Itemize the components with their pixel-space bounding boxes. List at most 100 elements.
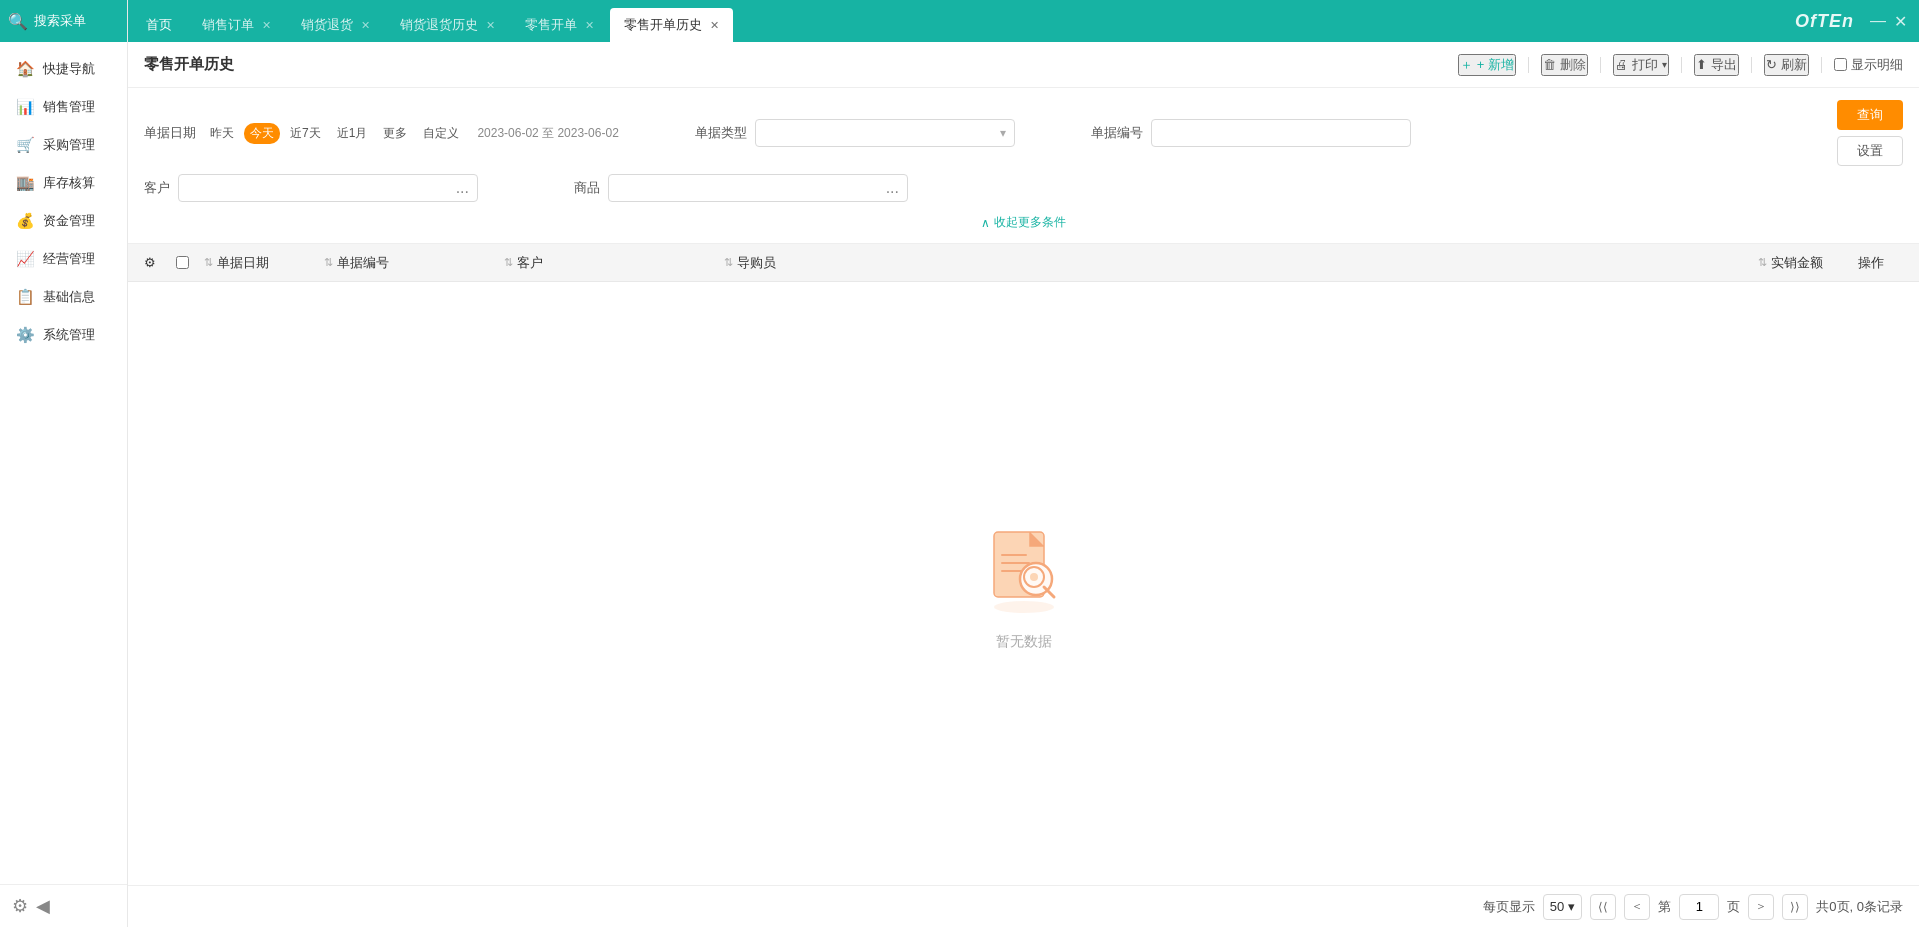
- refresh-button[interactable]: ↻ 刷新: [1764, 54, 1809, 76]
- filter-settings-button[interactable]: 设置: [1837, 136, 1903, 166]
- tab-retail-open[interactable]: 零售开单 ✕: [511, 8, 608, 42]
- sidebar-item-quick-nav[interactable]: 🏠 快捷导航: [0, 50, 127, 88]
- goods-input[interactable]: [617, 181, 886, 196]
- tab-sales-order[interactable]: 销售订单 ✕: [188, 8, 285, 42]
- sales-icon: 📊: [16, 98, 35, 116]
- divider-2: [1600, 57, 1601, 73]
- sidebar-item-label: 库存核算: [43, 174, 95, 192]
- customer-input-wrapper: ...: [178, 174, 478, 202]
- add-button[interactable]: ＋ + 新增: [1458, 54, 1516, 76]
- prev-page-btn[interactable]: ＜: [1624, 894, 1650, 920]
- date-filter-btns: 昨天 今天 近7天 近1月 更多 自定义: [204, 123, 465, 144]
- sidebar-item-label: 采购管理: [43, 136, 95, 154]
- next-page-btn[interactable]: ＞: [1748, 894, 1774, 920]
- collapse-sidebar-btn[interactable]: ◀: [36, 895, 50, 917]
- close-btn[interactable]: ✕: [1894, 12, 1907, 31]
- sort-num-icon: ⇅: [324, 256, 333, 269]
- page-input[interactable]: [1679, 894, 1719, 920]
- empty-state: 暂无数据: [128, 282, 1919, 885]
- date-filter-label: 单据日期: [144, 124, 196, 142]
- delete-label: 删除: [1560, 56, 1586, 74]
- date-filter-field: 单据日期 昨天 今天 近7天 近1月 更多 自定义 2023-06-02 至 2…: [144, 123, 619, 144]
- per-page-select[interactable]: 50 ▾: [1543, 894, 1582, 920]
- tab-sales-return-label: 销货退货: [301, 16, 353, 34]
- customer-input[interactable]: [187, 181, 456, 196]
- sidebar-item-inventory[interactable]: 🏬 库存核算: [0, 164, 127, 202]
- close-sales-order-icon[interactable]: ✕: [262, 19, 271, 32]
- sidebar-item-operation[interactable]: 📈 经营管理: [0, 240, 127, 278]
- close-retail-open-history-icon[interactable]: ✕: [710, 19, 719, 32]
- date-btn-yesterday[interactable]: 昨天: [204, 123, 240, 144]
- date-btn-custom[interactable]: 自定义: [417, 123, 465, 144]
- export-button[interactable]: ⬆ 导出: [1694, 54, 1739, 76]
- num-input[interactable]: [1160, 126, 1402, 141]
- show-detail-checkbox-label[interactable]: 显示明细: [1834, 56, 1903, 74]
- tab-retail-open-label: 零售开单: [525, 16, 577, 34]
- th-date[interactable]: ⇅ 单据日期: [196, 254, 316, 272]
- filter-area: 单据日期 昨天 今天 近7天 近1月 更多 自定义 2023-06-02 至 2…: [128, 88, 1919, 244]
- main-area: 首页 销售订单 ✕ 销货退货 ✕ 销货退货历史 ✕ 零售开单 ✕ 零售开单历史 …: [128, 0, 1919, 927]
- date-btn-last7[interactable]: 近7天: [284, 123, 327, 144]
- minimize-btn[interactable]: —: [1870, 12, 1886, 30]
- type-select[interactable]: ▾: [755, 119, 1015, 147]
- search-entry[interactable]: 🔍 搜索采单: [0, 0, 127, 42]
- num-filter-label: 单据编号: [1091, 124, 1143, 142]
- select-all-checkbox[interactable]: [176, 256, 189, 269]
- home-icon: 🏠: [16, 60, 35, 78]
- customer-dots-btn[interactable]: ...: [456, 179, 469, 197]
- operation-icon: 📈: [16, 250, 35, 268]
- query-button[interactable]: 查询: [1837, 100, 1903, 130]
- sidebar-item-purchase-mgmt[interactable]: 🛒 采购管理: [0, 126, 127, 164]
- close-sales-return-icon[interactable]: ✕: [361, 19, 370, 32]
- sidebar-item-sales-mgmt[interactable]: 📊 销售管理: [0, 88, 127, 126]
- per-page-value: 50: [1550, 899, 1564, 914]
- th-settings[interactable]: ⚙: [136, 255, 168, 270]
- filter-row-2: 客户 ... 商品 ...: [144, 174, 1903, 202]
- tab-home[interactable]: 首页: [132, 8, 186, 42]
- search-label: 搜索采单: [34, 12, 86, 30]
- sidebar-item-finance[interactable]: 💰 资金管理: [0, 202, 127, 240]
- th-amount-label: 实销金额: [1771, 254, 1823, 272]
- page-suffix: 页: [1727, 898, 1740, 916]
- tab-sales-return[interactable]: 销货退货 ✕: [287, 8, 384, 42]
- th-guide[interactable]: ⇅ 导购员: [716, 254, 836, 272]
- close-retail-open-icon[interactable]: ✕: [585, 19, 594, 32]
- add-icon: ＋: [1460, 56, 1473, 74]
- collapse-button[interactable]: ∧ 收起更多条件: [981, 210, 1066, 235]
- basic-icon: 📋: [16, 288, 35, 306]
- sidebar-item-system[interactable]: ⚙️ 系统管理: [0, 316, 127, 354]
- divider-1: [1528, 57, 1529, 73]
- close-sales-return-history-icon[interactable]: ✕: [486, 19, 495, 32]
- first-page-btn[interactable]: ⟨⟨: [1590, 894, 1616, 920]
- th-customer[interactable]: ⇅ 客户: [496, 254, 716, 272]
- settings-footer-btn[interactable]: ⚙: [12, 895, 28, 917]
- th-op-label: 操作: [1858, 254, 1884, 272]
- tab-sales-return-history[interactable]: 销货退货历史 ✕: [386, 8, 509, 42]
- tab-retail-open-history[interactable]: 零售开单历史 ✕: [610, 8, 733, 42]
- sidebar-item-basic-info[interactable]: 📋 基础信息: [0, 278, 127, 316]
- last-page-btn[interactable]: ⟩⟩: [1782, 894, 1808, 920]
- settings-col-icon: ⚙: [144, 255, 156, 270]
- tab-home-label: 首页: [146, 16, 172, 34]
- print-label: 打印: [1632, 56, 1658, 74]
- inventory-icon: 🏬: [16, 174, 35, 192]
- delete-button[interactable]: 🗑 删除: [1541, 54, 1588, 76]
- sidebar-nav: 🏠 快捷导航 📊 销售管理 🛒 采购管理 🏬 库存核算 💰 资金管理 📈 经营管…: [0, 42, 127, 884]
- print-icon: 🖨: [1615, 57, 1628, 72]
- page-label: 第: [1658, 898, 1671, 916]
- date-btn-last-month[interactable]: 近1月: [331, 123, 374, 144]
- filter-row-1: 单据日期 昨天 今天 近7天 近1月 更多 自定义 2023-06-02 至 2…: [144, 100, 1903, 166]
- th-checkbox[interactable]: [168, 256, 196, 269]
- toolbar-actions: ＋ + 新增 🗑 删除 🖨 打印 ▾ ⬆ 导出 ↻ 刷新: [1458, 54, 1903, 76]
- date-btn-today[interactable]: 今天: [244, 123, 280, 144]
- sidebar-item-label: 资金管理: [43, 212, 95, 230]
- type-select-arrow-icon: ▾: [1000, 126, 1006, 140]
- date-btn-more[interactable]: 更多: [377, 123, 413, 144]
- table-header: ⚙ ⇅ 单据日期 ⇅ 单据编号 ⇅ 客户 ⇅ 导购员 ⇅: [128, 244, 1919, 282]
- print-button[interactable]: 🖨 打印 ▾: [1613, 54, 1669, 76]
- show-detail-checkbox[interactable]: [1834, 58, 1847, 71]
- tab-sales-order-label: 销售订单: [202, 16, 254, 34]
- th-amount[interactable]: ⇅ 实销金额: [1711, 254, 1831, 272]
- th-num[interactable]: ⇅ 单据编号: [316, 254, 496, 272]
- goods-dots-btn[interactable]: ...: [886, 179, 899, 197]
